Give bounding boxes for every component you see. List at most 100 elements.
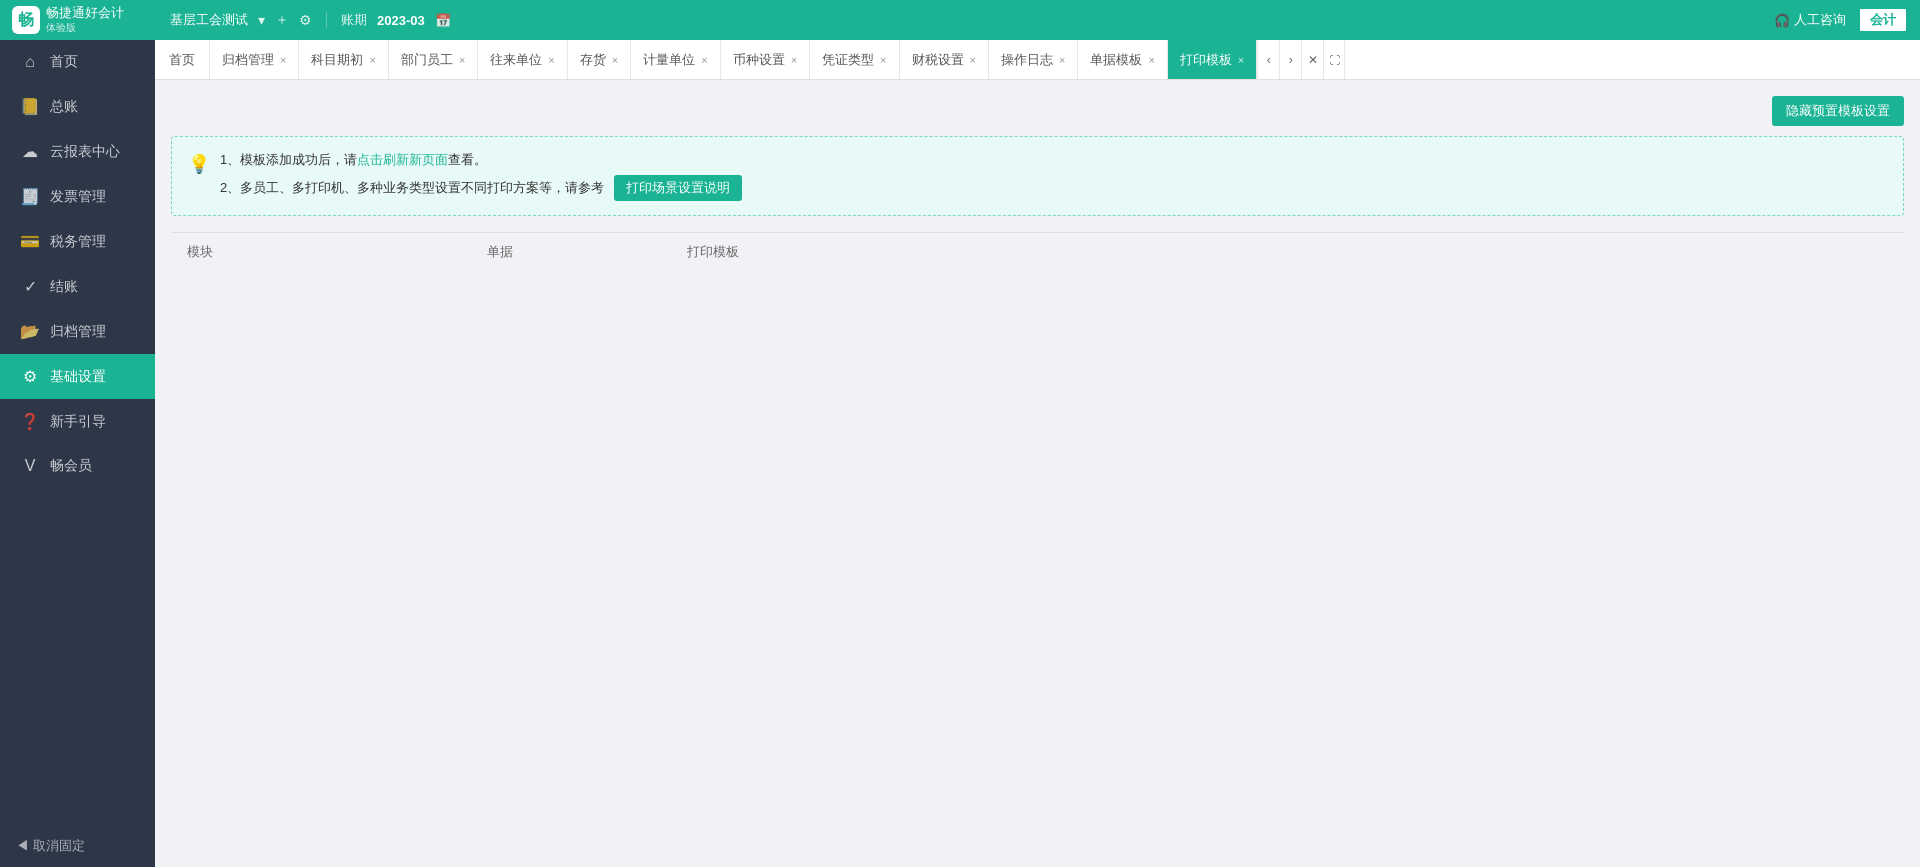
table-header: 模块 单据 打印模板 bbox=[171, 232, 1904, 271]
tab-nav-left[interactable]: ‹ bbox=[1257, 40, 1279, 80]
sidebar-item-guide[interactable]: ❓ 新手引导 bbox=[0, 399, 155, 444]
tab-close-all[interactable]: ✕ bbox=[1301, 40, 1323, 80]
tab-single-template[interactable]: 单据模板 × bbox=[1078, 40, 1167, 80]
tab-label: 币种设置 bbox=[733, 51, 785, 69]
service-button[interactable]: 🎧 人工咨询 bbox=[1774, 11, 1846, 29]
sidebar-label-home: 首页 bbox=[50, 53, 78, 71]
tab-tax-settings[interactable]: 财税设置 × bbox=[900, 40, 989, 80]
sidebar-label-guide: 新手引导 bbox=[50, 413, 106, 431]
tab-close-icon[interactable]: × bbox=[459, 54, 465, 66]
tab-label: 部门员工 bbox=[401, 51, 453, 69]
sidebar-item-invoice[interactable]: 🧾 发票管理 bbox=[0, 174, 155, 219]
tab-inventory[interactable]: 存货 × bbox=[568, 40, 631, 80]
sidebar-label-archive: 归档管理 bbox=[50, 323, 106, 341]
tab-close-active-icon[interactable]: × bbox=[1238, 54, 1244, 66]
sidebar-item-report-center[interactable]: ☁ 云报表中心 bbox=[0, 129, 155, 174]
tab-close-icon[interactable]: × bbox=[280, 54, 286, 66]
add-icon[interactable]: ＋ bbox=[275, 11, 289, 29]
tab-dept-staff[interactable]: 部门员工 × bbox=[389, 40, 478, 80]
gear-icon[interactable]: ⚙ bbox=[299, 12, 312, 28]
tab-archive-mgmt[interactable]: 归档管理 × bbox=[210, 40, 299, 80]
sidebar-label-closing: 结账 bbox=[50, 278, 78, 296]
archive-icon: 📂 bbox=[20, 322, 40, 341]
dropdown-icon[interactable]: ▾ bbox=[258, 12, 265, 28]
tab-label: 归档管理 bbox=[222, 51, 274, 69]
sidebar-item-basic-settings[interactable]: ⚙ 基础设置 bbox=[0, 354, 155, 399]
tab-contacts[interactable]: 往来单位 × bbox=[478, 40, 567, 80]
sidebar-label-report-center: 云报表中心 bbox=[50, 143, 120, 161]
col-order: 单据 bbox=[471, 243, 671, 261]
ledger-icon: 📒 bbox=[20, 97, 40, 116]
col-template: 打印模板 bbox=[671, 243, 1904, 261]
notice-line1-prefix: 1、模板添加成功后，请 bbox=[220, 152, 357, 167]
logo-area: 畅 畅捷通好会计 体验版 bbox=[12, 5, 160, 35]
divider bbox=[326, 12, 327, 28]
tab-close-icon[interactable]: × bbox=[548, 54, 554, 66]
tab-voucher-type[interactable]: 凭证类型 × bbox=[810, 40, 899, 80]
print-scene-button[interactable]: 打印场景设置说明 bbox=[614, 175, 742, 201]
top-bar: 畅 畅捷通好会计 体验版 基层工会测试 ▾ ＋ ⚙ 账期 2023-03 📅 🎧… bbox=[0, 0, 1920, 40]
tab-currency[interactable]: 币种设置 × bbox=[721, 40, 810, 80]
tab-label: 往来单位 bbox=[490, 51, 542, 69]
calendar-icon[interactable]: 📅 bbox=[435, 13, 451, 28]
top-bar-middle: 基层工会测试 ▾ ＋ ⚙ 账期 2023-03 📅 bbox=[160, 11, 1774, 29]
page-top-right: 隐藏预置模板设置 bbox=[171, 96, 1904, 126]
tab-close-icon[interactable]: × bbox=[791, 54, 797, 66]
sidebar-item-home[interactable]: ⌂ 首页 bbox=[0, 40, 155, 84]
logo-icon: 畅 bbox=[12, 6, 40, 34]
notice-line2-prefix: 2、多员工、多打印机、多种业务类型设置不同打印方案等，请参考 bbox=[220, 180, 604, 195]
tab-close-icon[interactable]: × bbox=[970, 54, 976, 66]
tab-label: 单据模板 bbox=[1090, 51, 1142, 69]
tab-close-icon[interactable]: × bbox=[880, 54, 886, 66]
logo-line1: 畅捷通好会计 bbox=[46, 5, 124, 21]
kuaiji-button[interactable]: 会计 bbox=[1858, 7, 1908, 33]
tab-measure-unit[interactable]: 计量单位 × bbox=[631, 40, 720, 80]
tab-label: 财税设置 bbox=[912, 51, 964, 69]
sidebar-label-tax: 税务管理 bbox=[50, 233, 106, 251]
unpin-footer[interactable]: ◀ 取消固定 bbox=[0, 825, 155, 867]
tax-icon: 💳 bbox=[20, 232, 40, 251]
sidebar-label-basic-settings: 基础设置 bbox=[50, 368, 106, 386]
tab-label: 打印模板 bbox=[1180, 51, 1232, 69]
bulb-icon: 💡 bbox=[188, 153, 210, 175]
period-value: 2023-03 bbox=[377, 13, 425, 28]
tab-label: 操作日志 bbox=[1001, 51, 1053, 69]
period-label: 账期 bbox=[341, 11, 367, 29]
tab-label: 计量单位 bbox=[643, 51, 695, 69]
tab-close-icon[interactable]: × bbox=[1148, 54, 1154, 66]
tab-close-icon[interactable]: × bbox=[369, 54, 375, 66]
closing-icon: ✓ bbox=[20, 277, 40, 296]
vip-icon: V bbox=[20, 457, 40, 475]
hide-preview-button[interactable]: 隐藏预置模板设置 bbox=[1772, 96, 1904, 126]
notice-box: 💡 1、模板添加成功后，请点击刷新新页面查看。 2、多员工、多打印机、多种业务类… bbox=[171, 136, 1904, 216]
tab-close-icon[interactable]: × bbox=[1059, 54, 1065, 66]
cloud-icon: ☁ bbox=[20, 142, 40, 161]
home-icon: ⌂ bbox=[20, 53, 40, 71]
tab-nav-right[interactable]: › bbox=[1279, 40, 1301, 80]
tab-label: 凭证类型 bbox=[822, 51, 874, 69]
unpin-label: ◀ 取消固定 bbox=[16, 837, 85, 855]
tab-print-template[interactable]: 打印模板 × bbox=[1168, 40, 1257, 80]
sidebar-item-general-ledger[interactable]: 📒 总账 bbox=[0, 84, 155, 129]
refresh-link[interactable]: 点击刷新新页面 bbox=[357, 152, 448, 167]
guide-icon: ❓ bbox=[20, 412, 40, 431]
logo-line2: 体验版 bbox=[46, 21, 124, 35]
company-name: 基层工会测试 bbox=[170, 11, 248, 29]
tab-label: 存货 bbox=[580, 51, 606, 69]
tab-subject-init[interactable]: 科目期初 × bbox=[299, 40, 388, 80]
sidebar-item-archive[interactable]: 📂 归档管理 bbox=[0, 309, 155, 354]
page-content: 隐藏预置模板设置 💡 1、模板添加成功后，请点击刷新新页面查看。 2、多员工、多… bbox=[155, 80, 1920, 867]
tab-home[interactable]: 首页 bbox=[155, 40, 210, 80]
settings-icon: ⚙ bbox=[20, 367, 40, 386]
sidebar-item-tax[interactable]: 💳 税务管理 bbox=[0, 219, 155, 264]
sidebar-item-closing[interactable]: ✓ 结账 bbox=[0, 264, 155, 309]
sidebar-item-vip[interactable]: V 畅会员 bbox=[0, 444, 155, 488]
tab-close-icon[interactable]: × bbox=[701, 54, 707, 66]
tab-close-icon[interactable]: × bbox=[612, 54, 618, 66]
tab-maximize[interactable]: ⛶ bbox=[1323, 40, 1345, 80]
headset-icon: 🎧 bbox=[1774, 13, 1790, 28]
notice-line1-suffix: 查看。 bbox=[448, 152, 487, 167]
notice-content: 1、模板添加成功后，请点击刷新新页面查看。 2、多员工、多打印机、多种业务类型设… bbox=[220, 151, 1887, 201]
invoice-icon: 🧾 bbox=[20, 187, 40, 206]
tab-operation-log[interactable]: 操作日志 × bbox=[989, 40, 1078, 80]
